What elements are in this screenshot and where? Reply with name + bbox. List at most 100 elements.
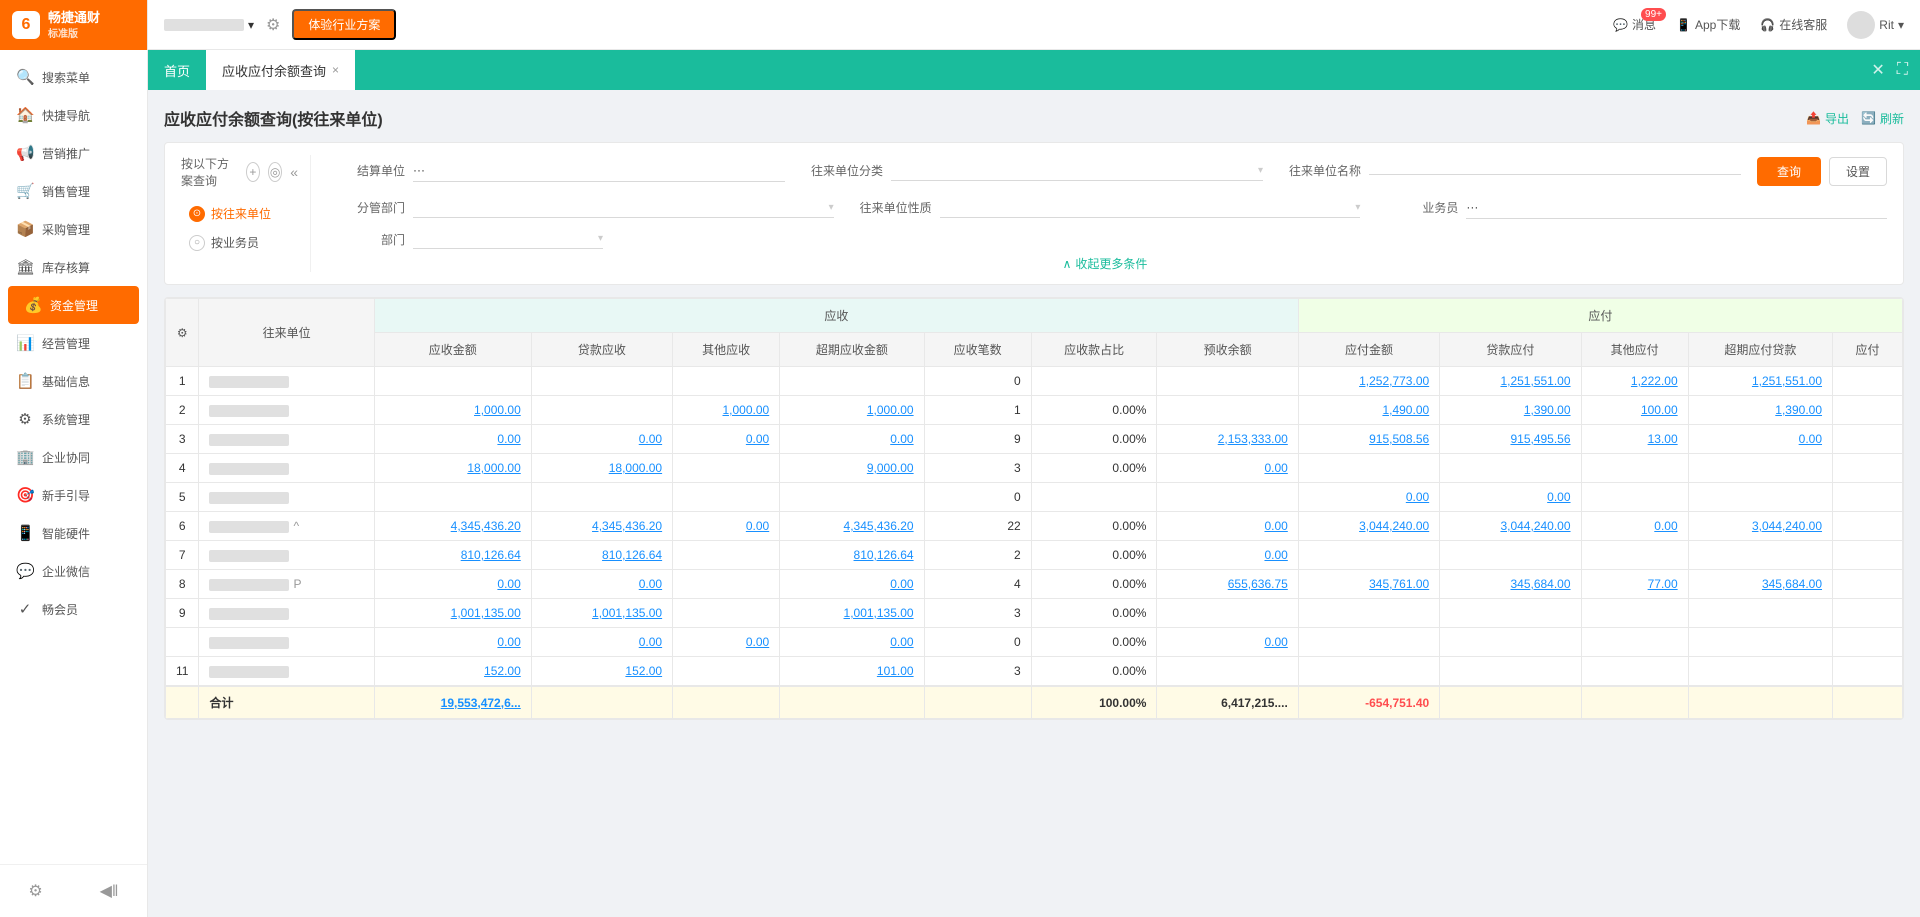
row-ar_other[interactable]: 1,000.00 xyxy=(673,396,780,425)
row-ap_overdue[interactable] xyxy=(1688,483,1832,512)
sidebar-item-guide[interactable]: 🎯 新手引导 xyxy=(0,476,147,514)
tab-close-icon[interactable]: × xyxy=(332,63,339,77)
row-ar_loan[interactable]: 1,001,135.00 xyxy=(531,599,672,628)
row-ap_amount[interactable] xyxy=(1298,541,1439,570)
row-ap_overdue[interactable]: 3,044,240.00 xyxy=(1688,512,1832,541)
sidebar-item-purchase[interactable]: 📦 采购管理 xyxy=(0,210,147,248)
row-ar_overdue[interactable]: 4,345,436.20 xyxy=(780,512,924,541)
row-ar_pre[interactable]: 655,636.75 xyxy=(1157,570,1298,599)
row-ar_loan[interactable] xyxy=(531,396,672,425)
row-ar_amount[interactable]: 0.00 xyxy=(374,425,531,454)
row-ap_other[interactable]: 77.00 xyxy=(1581,570,1688,599)
row-ap_loan[interactable]: 915,495.56 xyxy=(1440,425,1581,454)
dept-input[interactable]: ▾ xyxy=(413,198,834,218)
scheme-settings-button[interactable]: ◎ xyxy=(268,162,282,182)
row-ar_overdue[interactable] xyxy=(780,483,924,512)
row-ar_overdue[interactable]: 1,001,135.00 xyxy=(780,599,924,628)
row-ap_loan[interactable]: 345,684.00 xyxy=(1440,570,1581,599)
row-ap_other[interactable] xyxy=(1581,657,1688,687)
row-ap_other[interactable] xyxy=(1581,628,1688,657)
row-ar_other[interactable] xyxy=(673,454,780,483)
row-ap_amount[interactable]: 0.00 xyxy=(1298,483,1439,512)
row-ar_overdue[interactable]: 0.00 xyxy=(780,628,924,657)
row-ar_amount[interactable]: 810,126.64 xyxy=(374,541,531,570)
row-ar_pre[interactable] xyxy=(1157,396,1298,425)
sidebar-item-wechat[interactable]: 💬 企业微信 xyxy=(0,552,147,590)
row-ar_loan[interactable]: 0.00 xyxy=(531,425,672,454)
sidebar-item-manage[interactable]: 📊 经营管理 xyxy=(0,324,147,362)
row-ap_loan[interactable] xyxy=(1440,454,1581,483)
row-ap_other[interactable]: 13.00 xyxy=(1581,425,1688,454)
row-ar_loan[interactable]: 4,345,436.20 xyxy=(531,512,672,541)
row-ap_overdue[interactable] xyxy=(1688,599,1832,628)
settings-footer-btn[interactable]: ⚙ xyxy=(12,873,58,909)
row-ar_loan[interactable]: 0.00 xyxy=(531,628,672,657)
row-ar_amount[interactable]: 0.00 xyxy=(374,628,531,657)
row-ar_loan[interactable]: 810,126.64 xyxy=(531,541,672,570)
sidebar-item-system[interactable]: ⚙ 系统管理 xyxy=(0,400,147,438)
row-ap_overdue[interactable]: 345,684.00 xyxy=(1688,570,1832,599)
row-ap_other[interactable]: 0.00 xyxy=(1581,512,1688,541)
settlement-unit-input[interactable]: ··· xyxy=(413,159,785,182)
row-ar_pre[interactable] xyxy=(1157,657,1298,687)
row-ap_amount[interactable] xyxy=(1298,454,1439,483)
row-ar_overdue[interactable]: 101.00 xyxy=(780,657,924,687)
row-ap_loan[interactable]: 0.00 xyxy=(1440,483,1581,512)
row-ap_amount[interactable]: 1,252,773.00 xyxy=(1298,367,1439,396)
row-ar_other[interactable] xyxy=(673,483,780,512)
row-ar_loan[interactable]: 18,000.00 xyxy=(531,454,672,483)
row-ar_other[interactable]: 0.00 xyxy=(673,512,780,541)
row-ar_amount[interactable]: 1,000.00 xyxy=(374,396,531,425)
row-ap_amount[interactable]: 3,044,240.00 xyxy=(1298,512,1439,541)
row-ap_amount[interactable] xyxy=(1298,628,1439,657)
tab-home[interactable]: 首页 xyxy=(148,50,206,90)
row-ar_amount[interactable]: 18,000.00 xyxy=(374,454,531,483)
row-ar_other[interactable]: 0.00 xyxy=(673,628,780,657)
row-ar_other[interactable] xyxy=(673,367,780,396)
row-ap_other[interactable]: 100.00 xyxy=(1581,396,1688,425)
row-ar_amount[interactable]: 152.00 xyxy=(374,657,531,687)
row-ar_other[interactable] xyxy=(673,541,780,570)
add-scheme-button[interactable]: + xyxy=(246,162,260,182)
table-settings-col[interactable]: ⚙ xyxy=(166,299,199,367)
sidebar-item-corp[interactable]: 🏢 企业协同 xyxy=(0,438,147,476)
row-ar_overdue[interactable] xyxy=(780,367,924,396)
row-ar_loan[interactable]: 152.00 xyxy=(531,657,672,687)
sidebar-item-nav[interactable]: 🏠 快捷导航 xyxy=(0,96,147,134)
row-ar_other[interactable]: 0.00 xyxy=(673,425,780,454)
row-ar_overdue[interactable]: 0.00 xyxy=(780,570,924,599)
row-ar_pre[interactable]: 0.00 xyxy=(1157,454,1298,483)
settings-gear-icon[interactable]: ⚙ xyxy=(266,15,280,35)
row-ap_amount[interactable] xyxy=(1298,657,1439,687)
online-service-button[interactable]: 🎧 在线客服 xyxy=(1760,16,1827,33)
row-ap_amount[interactable] xyxy=(1298,599,1439,628)
collapse-footer-btn[interactable]: ◀‖ xyxy=(84,873,135,909)
footer-ar-amount[interactable]: 19,553,472,6... xyxy=(374,686,531,719)
row-ar_pre[interactable]: 0.00 xyxy=(1157,541,1298,570)
row-ap_amount[interactable]: 345,761.00 xyxy=(1298,570,1439,599)
row-ap_overdue[interactable] xyxy=(1688,628,1832,657)
row-ar_loan[interactable] xyxy=(531,483,672,512)
sidebar-item-inventory[interactable]: 🏛 库存核算 xyxy=(0,248,147,286)
row-ar_pre[interactable] xyxy=(1157,599,1298,628)
sidebar-item-basic[interactable]: 📋 基础信息 xyxy=(0,362,147,400)
row-ap_overdue[interactable]: 1,251,551.00 xyxy=(1688,367,1832,396)
nav-by-partner[interactable]: ⊙ 按往来单位 xyxy=(181,201,298,226)
row-ar_overdue[interactable]: 810,126.64 xyxy=(780,541,924,570)
row-ar_other[interactable] xyxy=(673,657,780,687)
row-ar_other[interactable] xyxy=(673,570,780,599)
nav-by-salesman[interactable]: ○ 按业务员 xyxy=(181,230,298,255)
export-button[interactable]: 📤 导出 xyxy=(1806,110,1849,127)
partner-name-input[interactable] xyxy=(1369,166,1741,175)
row-ar_amount[interactable]: 0.00 xyxy=(374,570,531,599)
row-ap_loan[interactable] xyxy=(1440,657,1581,687)
row-ar_pre[interactable] xyxy=(1157,483,1298,512)
row-ap_other[interactable] xyxy=(1581,454,1688,483)
row-ap_loan[interactable] xyxy=(1440,628,1581,657)
sidebar-item-marketing[interactable]: 📢 营销推广 xyxy=(0,134,147,172)
row-ap_overdue[interactable]: 0.00 xyxy=(1688,425,1832,454)
row-ap_loan[interactable]: 3,044,240.00 xyxy=(1440,512,1581,541)
row-ar_overdue[interactable]: 9,000.00 xyxy=(780,454,924,483)
row-ap_loan[interactable] xyxy=(1440,541,1581,570)
row-ar_amount[interactable]: 1,001,135.00 xyxy=(374,599,531,628)
